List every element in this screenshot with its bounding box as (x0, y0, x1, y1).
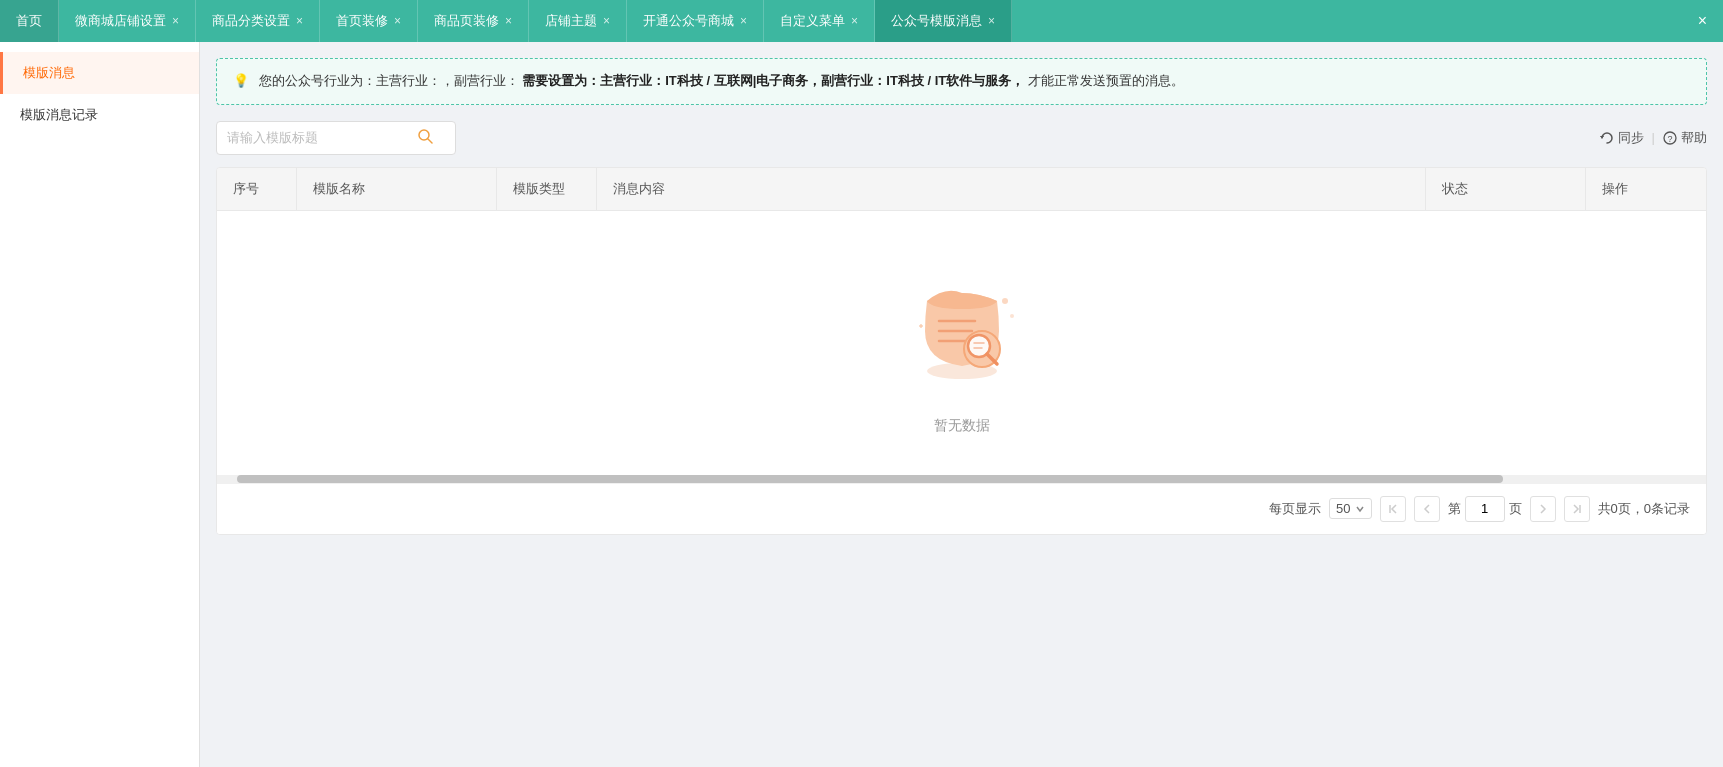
tab-home-label: 首页 (16, 12, 42, 30)
top-nav: 首页 微商城店铺设置 × 商品分类设置 × 首页装修 × 商品页装修 × 店铺主… (0, 0, 1723, 42)
page-number-input[interactable] (1465, 496, 1505, 522)
col-header-status: 状态 (1426, 168, 1586, 210)
col-header-content: 消息内容 (597, 168, 1426, 210)
search-input[interactable] (227, 130, 417, 145)
tab-product-category-label: 商品分类设置 (212, 12, 290, 30)
col-header-seq: 序号 (217, 168, 297, 210)
sidebar-item-template-msg-log-label: 模版消息记录 (20, 107, 98, 122)
close-weshop-settings[interactable]: × (172, 14, 179, 28)
search-bar: 同步 | ? 帮助 (216, 121, 1707, 155)
sidebar-item-template-msg-label: 模版消息 (23, 65, 75, 80)
page-size-label: 每页显示 (1269, 500, 1321, 518)
help-button[interactable]: ? 帮助 (1663, 129, 1707, 147)
col-header-name: 模版名称 (297, 168, 497, 210)
content-area: 💡 您的公众号行业为：主营行业：，副营行业： 需要设置为：主营行业：IT科技 /… (200, 42, 1723, 767)
empty-illustration (897, 271, 1027, 401)
col-header-type: 模版类型 (497, 168, 597, 210)
page-unit: 页 (1509, 500, 1522, 518)
page-size-value: 50 (1336, 501, 1350, 516)
main-layout: 模版消息 模版消息记录 💡 您的公众号行业为：主营行业：，副营行业： 需要设置为… (0, 42, 1723, 767)
tab-mp-template-msg[interactable]: 公众号模版消息 × (875, 0, 1012, 42)
close-mp-template-msg[interactable]: × (988, 14, 995, 28)
tab-custom-menu[interactable]: 自定义菜单 × (764, 0, 875, 42)
data-table: 序号 模版名称 模版类型 消息内容 状态 操作 (216, 167, 1707, 535)
close-custom-menu[interactable]: × (851, 14, 858, 28)
search-button[interactable] (417, 128, 433, 147)
notice-box: 💡 您的公众号行业为：主营行业：，副营行业： 需要设置为：主营行业：IT科技 /… (216, 58, 1707, 105)
col-header-action: 操作 (1586, 168, 1706, 210)
toolbar-right: 同步 | ? 帮助 (1600, 129, 1707, 147)
search-input-wrap[interactable] (216, 121, 456, 155)
notice-highlight: 需要设置为：主营行业：IT科技 / 互联网|电子商务，副营行业：IT科技 / I… (522, 73, 1024, 88)
sidebar: 模版消息 模版消息记录 (0, 42, 200, 767)
sync-label: 同步 (1618, 129, 1644, 147)
tab-homepage-decor-label: 首页装修 (336, 12, 388, 30)
tab-shop-theme-label: 店铺主题 (545, 12, 597, 30)
empty-text: 暂无数据 (934, 417, 990, 435)
svg-line-1 (428, 139, 432, 143)
close-product-category[interactable]: × (296, 14, 303, 28)
close-product-decor[interactable]: × (505, 14, 512, 28)
tab-open-mp-shop[interactable]: 开通公众号商城 × (627, 0, 764, 42)
pagination: 每页显示 50 (217, 483, 1706, 534)
close-all-tabs[interactable]: × (1698, 12, 1707, 30)
page-label: 第 (1448, 500, 1461, 518)
tab-home[interactable]: 首页 (0, 0, 59, 42)
chevron-down-icon (1355, 504, 1365, 514)
next-page-button[interactable] (1530, 496, 1556, 522)
tab-homepage-decor[interactable]: 首页装修 × (320, 0, 418, 42)
table-header: 序号 模版名称 模版类型 消息内容 状态 操作 (217, 168, 1706, 211)
tab-open-mp-shop-label: 开通公众号商城 (643, 12, 734, 30)
tab-shop-theme[interactable]: 店铺主题 × (529, 0, 627, 42)
scroll-track[interactable] (217, 475, 1706, 483)
page-size-select[interactable]: 50 (1329, 498, 1371, 519)
close-open-mp-shop[interactable]: × (740, 14, 747, 28)
total-label: 共0页，0条记录 (1598, 500, 1690, 518)
scroll-thumb[interactable] (237, 475, 1503, 483)
last-page-icon (1571, 503, 1583, 515)
page-input-wrap: 第 页 (1448, 496, 1522, 522)
prev-page-button[interactable] (1414, 496, 1440, 522)
notice-icon: 💡 (233, 73, 249, 88)
notice-prefix: 您的公众号行业为：主营行业：，副营行业： (259, 73, 519, 88)
last-page-button[interactable] (1564, 496, 1590, 522)
tab-product-category[interactable]: 商品分类设置 × (196, 0, 320, 42)
tab-product-decor-label: 商品页装修 (434, 12, 499, 30)
tab-weshop-settings-label: 微商城店铺设置 (75, 12, 166, 30)
svg-point-13 (1002, 298, 1008, 304)
tab-weshop-settings[interactable]: 微商城店铺设置 × (59, 0, 196, 42)
help-label: 帮助 (1681, 129, 1707, 147)
notice-suffix: 才能正常发送预置的消息。 (1028, 73, 1184, 88)
prev-page-icon (1421, 503, 1433, 515)
svg-point-14 (1010, 314, 1014, 318)
sidebar-item-template-msg-log[interactable]: 模版消息记录 (0, 94, 199, 136)
tab-custom-menu-label: 自定义菜单 (780, 12, 845, 30)
empty-state: 暂无数据 (217, 211, 1706, 475)
toolbar-divider: | (1652, 130, 1655, 145)
sidebar-item-template-msg[interactable]: 模版消息 (0, 52, 199, 94)
first-page-icon (1387, 503, 1399, 515)
close-homepage-decor[interactable]: × (394, 14, 401, 28)
close-shop-theme[interactable]: × (603, 14, 610, 28)
first-page-button[interactable] (1380, 496, 1406, 522)
sync-button[interactable]: 同步 (1600, 129, 1644, 147)
svg-text:?: ? (1667, 134, 1672, 144)
next-page-icon (1537, 503, 1549, 515)
tab-mp-template-msg-label: 公众号模版消息 (891, 12, 982, 30)
tab-product-decor[interactable]: 商品页装修 × (418, 0, 529, 42)
